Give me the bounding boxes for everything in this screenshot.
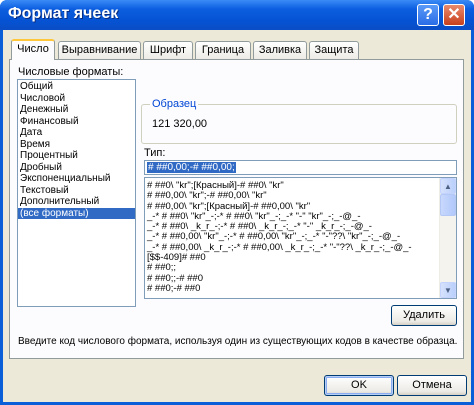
scroll-thumb[interactable] xyxy=(440,194,456,216)
title-bar[interactable]: Формат ячеек ? ✕ xyxy=(0,0,474,30)
type-input-value: # ##0,00;-# ##0,00; xyxy=(147,162,236,173)
format-type-items: # ##0\ "kr";[Красный]-# ##0\ "kr" # ##0,… xyxy=(145,178,456,294)
ok-button[interactable]: OK xyxy=(324,375,394,396)
scroll-up-icon[interactable]: ▲ xyxy=(440,178,456,194)
type-input[interactable]: # ##0,00;-# ##0,00; xyxy=(144,160,457,175)
sample-value: 121 320,00 xyxy=(152,118,208,130)
window-title: Формат ячеек xyxy=(8,5,119,22)
category-item-special[interactable]: Дополнительный xyxy=(18,196,135,208)
format-type-item[interactable]: [$$-409]# ##0 xyxy=(145,252,456,263)
category-item-percentage[interactable]: Процентный xyxy=(18,150,135,162)
category-item-time[interactable]: Время xyxy=(18,139,135,151)
tab-strip: Число Выравнивание Шрифт Граница Заливка… xyxy=(9,39,469,60)
format-type-scrollbar[interactable]: ▲ ▼ xyxy=(439,178,456,298)
close-button[interactable]: ✕ xyxy=(443,4,465,26)
category-list[interactable]: Общий Числовой Денежный Финансовый Дата … xyxy=(17,79,136,307)
format-description: Введите код числового формата, используя… xyxy=(18,336,458,347)
delete-button[interactable]: Удалить xyxy=(391,305,457,326)
tab-font[interactable]: Шрифт xyxy=(143,41,193,59)
type-label: Тип: xyxy=(144,147,166,159)
sample-label: Образец xyxy=(150,98,199,110)
category-item-fraction[interactable]: Дробный xyxy=(18,162,135,174)
tab-alignment[interactable]: Выравнивание xyxy=(58,41,141,59)
category-item-general[interactable]: Общий xyxy=(18,81,135,93)
number-tab-panel: Числовые форматы: Общий Числовой Денежны… xyxy=(9,59,464,359)
help-icon: ? xyxy=(423,6,433,23)
category-item-currency[interactable]: Денежный xyxy=(18,104,135,116)
category-item-scientific[interactable]: Экспоненциальный xyxy=(18,173,135,185)
format-cells-dialog: Формат ячеек ? ✕ Число Выравнивание Шриф… xyxy=(0,0,474,405)
category-item-date[interactable]: Дата xyxy=(18,127,135,139)
scroll-down-icon[interactable]: ▼ xyxy=(440,282,456,298)
tab-fill[interactable]: Заливка xyxy=(253,41,307,59)
cancel-button[interactable]: Отмена xyxy=(397,375,467,396)
category-item-number[interactable]: Числовой xyxy=(18,93,135,105)
category-item-accounting[interactable]: Финансовый xyxy=(18,116,135,128)
format-type-list[interactable]: # ##0\ "kr";[Красный]-# ##0\ "kr" # ##0,… xyxy=(144,177,457,299)
tab-number[interactable]: Число xyxy=(11,39,55,60)
format-type-item[interactable]: # ##0;-# ##0 xyxy=(145,283,456,294)
tab-border[interactable]: Граница xyxy=(195,41,251,59)
sample-group: Образец 121 320,00 xyxy=(141,98,457,144)
category-item-custom[interactable]: (все форматы) xyxy=(18,207,135,219)
category-items: Общий Числовой Денежный Финансовый Дата … xyxy=(18,80,135,219)
close-icon: ✕ xyxy=(447,6,461,23)
tab-protection[interactable]: Защита xyxy=(309,41,359,59)
help-button[interactable]: ? xyxy=(417,4,439,26)
dialog-body: Число Выравнивание Шрифт Граница Заливка… xyxy=(3,30,471,402)
number-formats-label: Числовые форматы: xyxy=(18,66,124,78)
category-item-text[interactable]: Текстовый xyxy=(18,185,135,197)
